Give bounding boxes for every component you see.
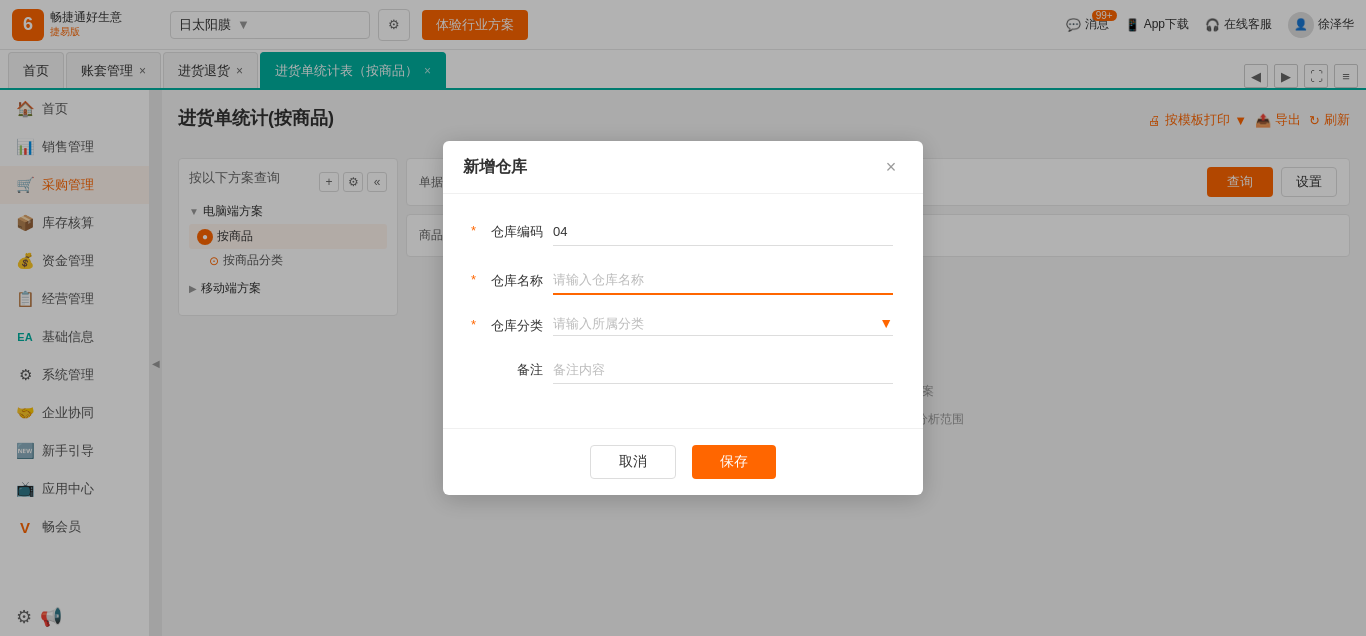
form-row-note: 备注 — [473, 356, 893, 384]
form-code-input[interactable] — [553, 218, 893, 246]
modal-close-button[interactable]: × — [879, 155, 903, 179]
modal-header: 新增仓库 × — [443, 141, 923, 194]
form-row-code: 仓库编码 — [473, 218, 893, 246]
modal-footer: 取消 保存 — [443, 428, 923, 495]
form-note-label: 备注 — [473, 361, 553, 379]
modal-title: 新增仓库 — [463, 157, 527, 178]
category-dropdown-icon: ▼ — [879, 315, 893, 331]
save-button[interactable]: 保存 — [692, 445, 776, 479]
form-row-category: 仓库分类 ▼ — [473, 315, 893, 336]
modal-overlay: 新增仓库 × 仓库编码 仓库名称 仓库分类 ▼ — [0, 0, 1366, 636]
form-name-input[interactable] — [553, 266, 893, 295]
form-category-select[interactable]: ▼ — [553, 315, 893, 336]
form-category-label: 仓库分类 — [473, 317, 553, 335]
form-note-input[interactable] — [553, 356, 893, 384]
cancel-button[interactable]: 取消 — [590, 445, 676, 479]
modal-body: 仓库编码 仓库名称 仓库分类 ▼ 备注 — [443, 194, 923, 428]
form-name-label: 仓库名称 — [473, 272, 553, 290]
form-category-input[interactable] — [553, 316, 879, 331]
form-row-name: 仓库名称 — [473, 266, 893, 295]
form-code-label: 仓库编码 — [473, 223, 553, 241]
modal-new-warehouse: 新增仓库 × 仓库编码 仓库名称 仓库分类 ▼ — [443, 141, 923, 495]
